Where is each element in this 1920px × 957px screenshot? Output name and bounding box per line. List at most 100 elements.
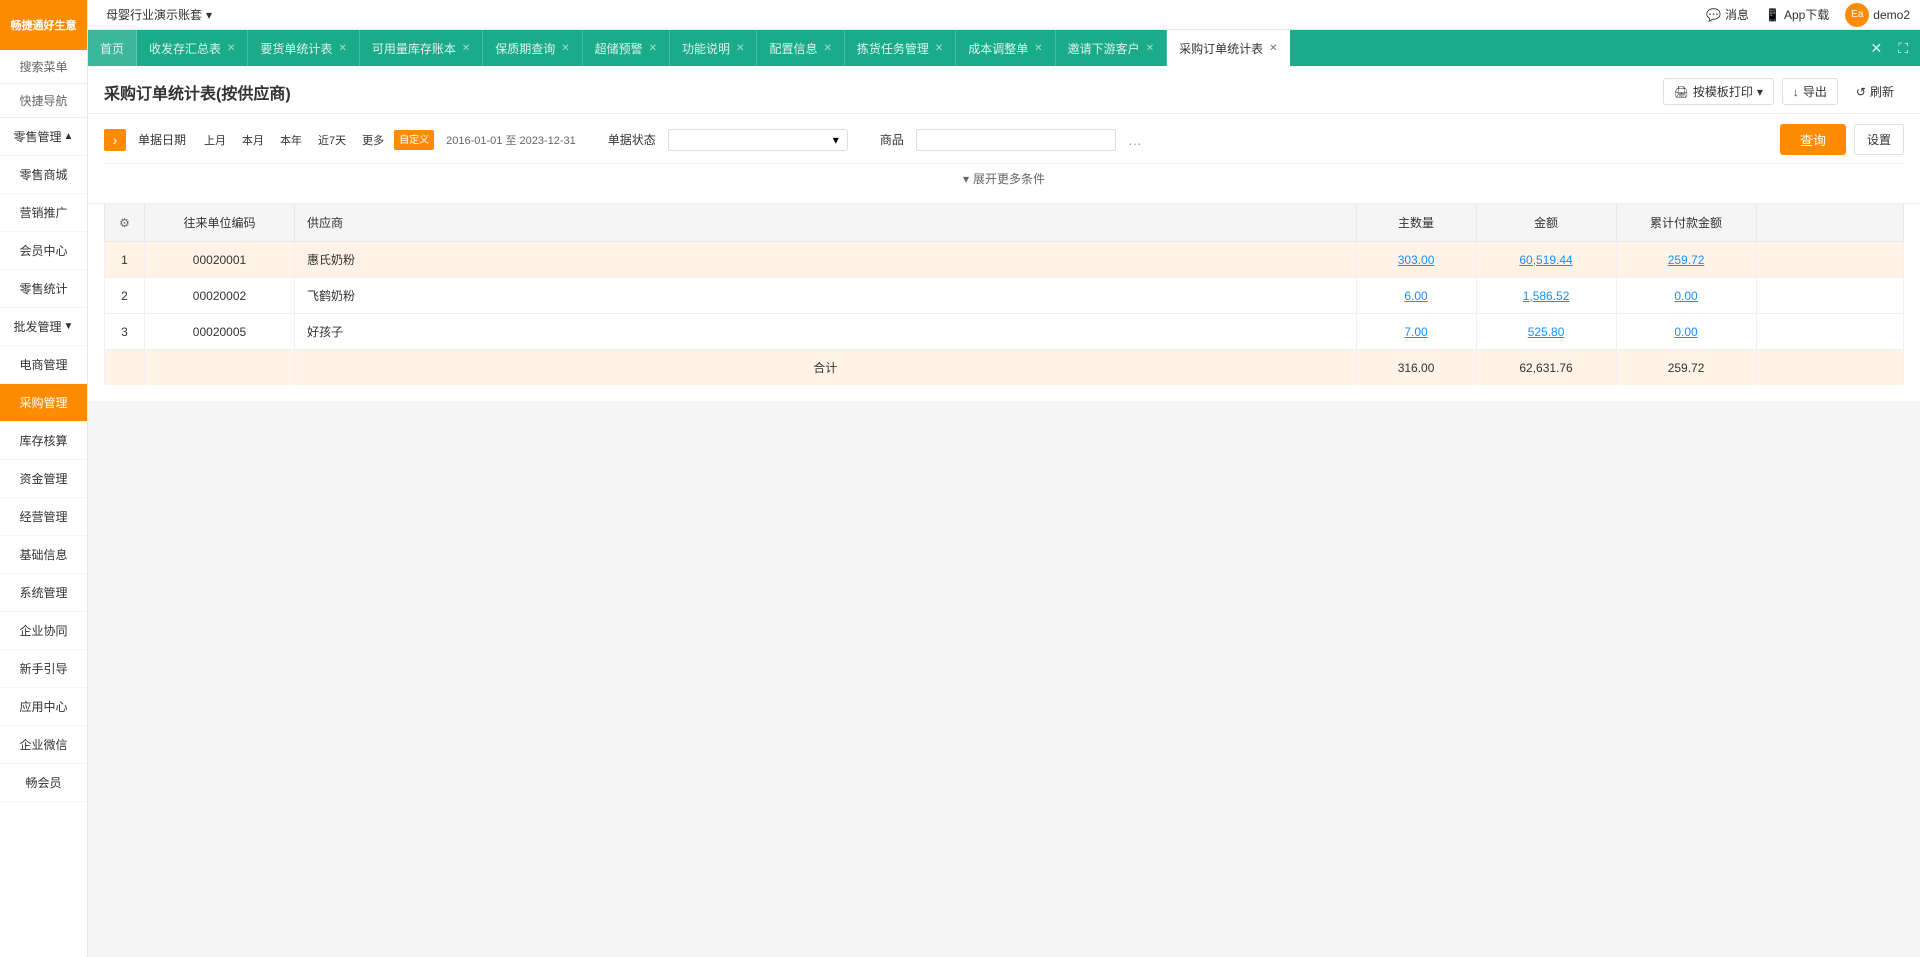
sidebar-item-retail-shop[interactable]: 零售商城 xyxy=(0,156,87,194)
sidebar-item-system[interactable]: 系统管理 xyxy=(0,574,87,612)
sidebar-item-vip[interactable]: 畅会员 xyxy=(0,764,87,802)
tab-available-stock-close-icon[interactable]: ✕ xyxy=(462,43,470,54)
tab-expiry-query[interactable]: 保质期查询 ✕ xyxy=(483,30,582,66)
cell-amount[interactable]: 1,586.52 xyxy=(1476,278,1616,314)
sidebar-search[interactable]: 搜索菜单 xyxy=(0,50,87,84)
table-row: 2 00020002 飞鹤奶粉 6.00 1,586.52 0.00 xyxy=(105,278,1904,314)
cell-qty[interactable]: 7.00 xyxy=(1356,314,1476,350)
tab-close-all-icon[interactable]: ✕ xyxy=(1866,36,1886,61)
date-btn-more[interactable]: 更多 xyxy=(356,130,390,150)
tab-purchase-stat-close-icon[interactable]: ✕ xyxy=(1269,43,1277,54)
tab-cost-adjust[interactable]: 成本调整单 ✕ xyxy=(956,30,1055,66)
sidebar-item-newbie[interactable]: 新手引导 xyxy=(0,650,87,688)
refresh-button[interactable]: ↺ 刷新 xyxy=(1846,79,1904,104)
sidebar-item-operations[interactable]: 经营管理 xyxy=(0,498,87,536)
sidebar-item-finance[interactable]: 资金管理 xyxy=(0,460,87,498)
tab-available-stock[interactable]: 可用量库存账本 ✕ xyxy=(360,30,483,66)
tab-goods-stat[interactable]: 要货单统计表 ✕ xyxy=(248,30,359,66)
goods-input[interactable] xyxy=(916,129,1116,151)
sidebar-item-retail[interactable]: 零售管理 ▲ xyxy=(0,118,87,156)
sidebar-item-wholesale[interactable]: 批发管理 ▼ xyxy=(0,308,87,346)
expand-conditions-button[interactable]: ▾ 展开更多条件 xyxy=(963,170,1045,187)
expand-chevron-icon: ▾ xyxy=(963,172,969,186)
tab-overstock[interactable]: 超储预警 ✕ xyxy=(583,30,670,66)
date-btn-last-month[interactable]: 上月 xyxy=(198,130,232,150)
message-btn[interactable]: 💬 消息 xyxy=(1706,6,1749,23)
tab-invite-downstream-label: 邀请下游客户 xyxy=(1068,40,1140,57)
sidebar-item-purchase[interactable]: 采购管理 xyxy=(0,384,87,422)
sidebar-item-retail-stat[interactable]: 零售统计 xyxy=(0,270,87,308)
tab-cost-adjust-close-icon[interactable]: ✕ xyxy=(1034,43,1042,54)
sidebar-item-retail-shop-label: 零售商城 xyxy=(19,168,67,182)
cell-paid[interactable]: 0.00 xyxy=(1616,314,1756,350)
date-btn-7days[interactable]: 近7天 xyxy=(312,130,352,150)
cell-qty[interactable]: 303.00 xyxy=(1356,242,1476,278)
footer-extra xyxy=(1756,350,1903,386)
date-btn-this-year[interactable]: 本年 xyxy=(274,130,308,150)
cell-no: 2 xyxy=(105,278,145,314)
user-name: demo2 xyxy=(1873,8,1910,22)
tab-func-desc[interactable]: 功能说明 ✕ xyxy=(670,30,757,66)
status-select[interactable]: ▾ xyxy=(668,129,848,151)
col-header-paid: 累计付款金额 xyxy=(1616,204,1756,242)
tab-collect-send-label: 收发存汇总表 xyxy=(149,40,221,57)
tab-config-label: 配置信息 xyxy=(769,40,817,57)
status-select-arrow-icon: ▾ xyxy=(833,133,839,147)
print-arrow-icon: ▾ xyxy=(1757,85,1763,99)
sidebar-item-marketing[interactable]: 营销推广 xyxy=(0,194,87,232)
account-dropdown-label: 母婴行业演示账套 xyxy=(106,6,202,23)
cell-paid[interactable]: 259.72 xyxy=(1616,242,1756,278)
account-dropdown[interactable]: 母婴行业演示账套 ▾ xyxy=(98,6,220,23)
col-header-code: 往来单位编码 xyxy=(145,204,295,242)
tab-goods-stat-label: 要货单统计表 xyxy=(260,40,332,57)
tab-config-close-icon[interactable]: ✕ xyxy=(823,43,831,54)
tab-home[interactable]: 首页 xyxy=(88,30,137,66)
sidebar-item-inventory-label: 库存核算 xyxy=(19,434,67,448)
user-menu[interactable]: Ea demo2 xyxy=(1845,3,1910,27)
tabbar-actions: ✕ ⛶ xyxy=(1858,30,1920,66)
tab-invite-downstream-close-icon[interactable]: ✕ xyxy=(1146,43,1154,54)
export-button[interactable]: ↓ 导出 xyxy=(1782,78,1838,105)
tab-maximize-icon[interactable]: ⛶ xyxy=(1894,36,1912,61)
sidebar-quick-nav[interactable]: 快捷导航 xyxy=(0,84,87,118)
query-button[interactable]: 查询 xyxy=(1780,124,1846,155)
tab-purchase-stat[interactable]: 采购订单统计表 ✕ xyxy=(1167,30,1290,66)
sidebar-item-member[interactable]: 会员中心 xyxy=(0,232,87,270)
tab-config[interactable]: 配置信息 ✕ xyxy=(757,30,844,66)
sidebar-item-basic-info-label: 基础信息 xyxy=(19,548,67,562)
tab-goods-stat-close-icon[interactable]: ✕ xyxy=(338,43,346,54)
tab-collect-send[interactable]: 收发存汇总表 ✕ xyxy=(137,30,248,66)
cell-code: 00020005 xyxy=(145,314,295,350)
cell-paid[interactable]: 0.00 xyxy=(1616,278,1756,314)
tab-pick-task-close-icon[interactable]: ✕ xyxy=(935,43,943,54)
sidebar-item-basic-info[interactable]: 基础信息 xyxy=(0,536,87,574)
sidebar-item-ecommerce[interactable]: 电商管理 xyxy=(0,346,87,384)
table-settings-icon[interactable]: ⚙ xyxy=(105,204,145,242)
tab-collect-send-close-icon[interactable]: ✕ xyxy=(227,43,235,54)
settings-button[interactable]: 设置 xyxy=(1854,124,1904,155)
cell-extra xyxy=(1756,242,1903,278)
cell-amount[interactable]: 60,519.44 xyxy=(1476,242,1616,278)
tab-overstock-close-icon[interactable]: ✕ xyxy=(649,43,657,54)
app-download-btn[interactable]: 📱 App下载 xyxy=(1765,6,1829,23)
sidebar-item-enterprise-wechat[interactable]: 企业微信 xyxy=(0,726,87,764)
tab-expiry-query-close-icon[interactable]: ✕ xyxy=(561,43,569,54)
page-header-actions: 🖨 按模板打印 ▾ ↓ 导出 ↺ 刷新 xyxy=(1663,78,1904,105)
sidebar-item-retail-label: 零售管理 xyxy=(14,128,62,145)
tab-func-desc-label: 功能说明 xyxy=(682,40,730,57)
print-button[interactable]: 🖨 按模板打印 ▾ xyxy=(1663,78,1774,105)
tab-invite-downstream[interactable]: 邀请下游客户 ✕ xyxy=(1056,30,1167,66)
tab-pick-task[interactable]: 拣货任务管理 ✕ xyxy=(845,30,956,66)
tab-func-desc-close-icon[interactable]: ✕ xyxy=(736,43,744,54)
goods-more-icon[interactable]: … xyxy=(1128,132,1142,148)
cell-qty[interactable]: 6.00 xyxy=(1356,278,1476,314)
export-label: 导出 xyxy=(1803,83,1827,100)
filter-toggle-btn[interactable]: › xyxy=(104,129,126,151)
app-download-icon: 📱 xyxy=(1765,8,1780,22)
date-btn-this-month[interactable]: 本月 xyxy=(236,130,270,150)
cell-amount[interactable]: 525.80 xyxy=(1476,314,1616,350)
cell-no: 1 xyxy=(105,242,145,278)
sidebar-item-inventory[interactable]: 库存核算 xyxy=(0,422,87,460)
sidebar-item-enterprise[interactable]: 企业协同 xyxy=(0,612,87,650)
sidebar-item-app-center[interactable]: 应用中心 xyxy=(0,688,87,726)
